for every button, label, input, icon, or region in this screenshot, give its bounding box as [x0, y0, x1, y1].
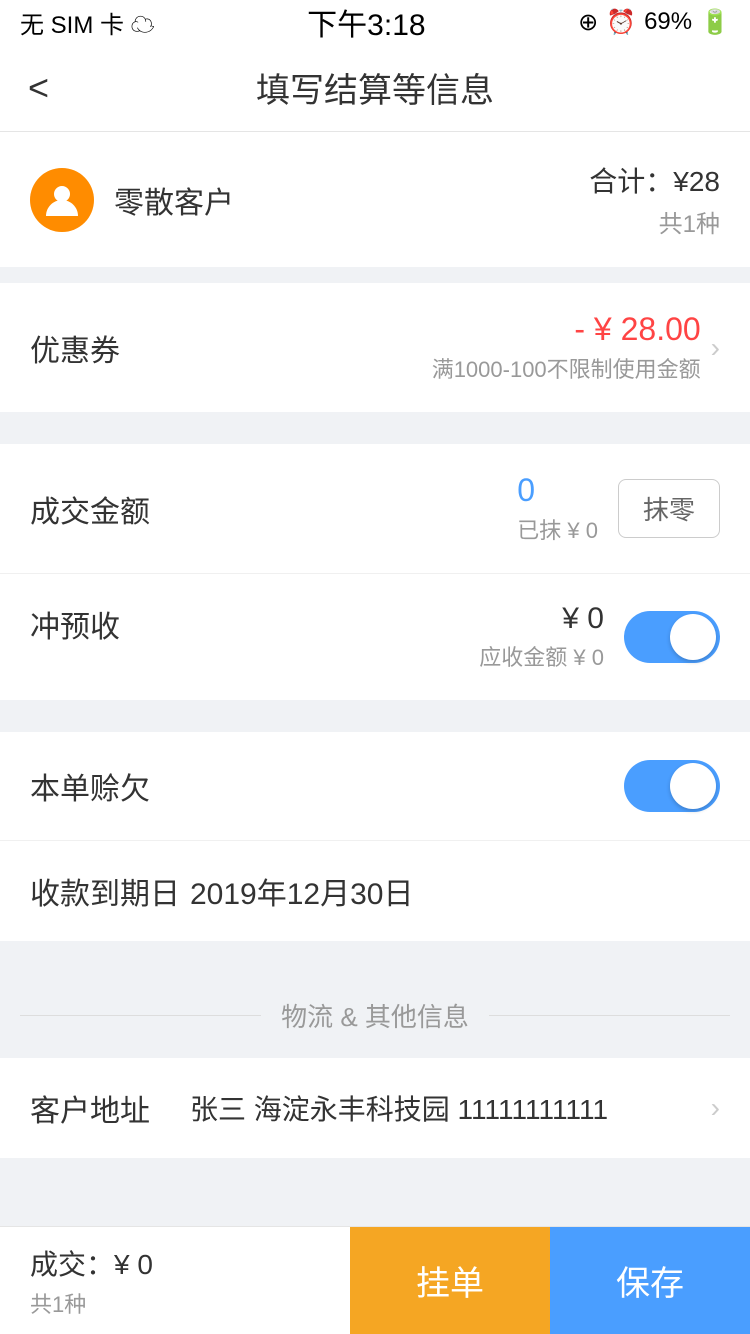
coupon-chevron-icon: › — [711, 332, 720, 364]
section-divider-3 — [0, 957, 750, 973]
deferred-toggle[interactable] — [624, 760, 720, 812]
separator-line-right — [489, 1015, 730, 1016]
nav-bar: < 填写结算等信息 — [0, 44, 750, 132]
deferred-row: 本单赊欠 — [0, 732, 750, 841]
address-value: 张三 海淀永丰科技园 11111111111 — [190, 1088, 701, 1128]
round-button[interactable]: 抹零 — [618, 479, 720, 538]
alarm-icon: ⏰ — [606, 8, 636, 37]
customer-total: 合计：¥28 — [589, 160, 720, 200]
transaction-section: 成交金额 0 已抹 ¥ 0 抹零 冲预收 ¥ 0 应收金额 ¥ 0 — [0, 444, 750, 700]
transaction-amount-row: 成交金额 0 已抹 ¥ 0 抹零 — [0, 444, 750, 574]
customer-avatar — [30, 168, 94, 232]
logistics-separator: 物流 & 其他信息 — [0, 973, 750, 1058]
coupon-info: - ¥ 28.00 满1000-100不限制使用金额 — [432, 311, 701, 384]
transaction-sub: 已抹 ¥ 0 — [517, 513, 598, 545]
address-chevron-icon: › — [711, 1092, 720, 1124]
pending-button[interactable]: 挂单 — [350, 1227, 550, 1334]
customer-summary: 合计：¥28 共1种 — [589, 160, 720, 239]
user-icon — [42, 180, 82, 220]
coupon-desc: 满1000-100不限制使用金额 — [432, 352, 701, 384]
bottom-trade-amount: 成交：¥ 0 — [30, 1243, 320, 1283]
save-button[interactable]: 保存 — [550, 1227, 750, 1334]
address-section: 客户地址 张三 海淀永丰科技园 11111111111 › — [0, 1058, 750, 1158]
prepayment-toggle[interactable] — [624, 611, 720, 663]
customer-left: 零散客户 — [30, 168, 234, 232]
status-right: ⊕ ⏰ 69% 🔋 — [578, 8, 730, 37]
content-area: 零散客户 合计：¥28 共1种 优惠券 - ¥ 28.00 满1000-100不… — [0, 132, 750, 1278]
prepayment-amount-block: ¥ 0 应收金额 ¥ 0 — [479, 602, 604, 672]
customer-section: 零散客户 合计：¥28 共1种 — [0, 132, 750, 267]
bottom-bar: 成交：¥ 0 共1种 挂单 保存 — [0, 1226, 750, 1334]
back-button[interactable]: < — [28, 67, 49, 109]
prepayment-right: ¥ 0 应收金额 ¥ 0 — [479, 602, 720, 672]
toggle-knob — [670, 614, 716, 660]
deferred-label: 本单赊欠 — [30, 764, 150, 808]
coupon-label: 优惠券 — [30, 326, 120, 370]
transaction-label: 成交金额 — [30, 487, 150, 531]
status-bar: 无 SIM 卡 ☁ 下午3:18 ⊕ ⏰ 69% 🔋 — [0, 0, 750, 44]
due-date-row: 收款到期日 2019年12月30日 — [0, 841, 750, 941]
bottom-trade-value: ¥ 0 — [114, 1249, 153, 1280]
coupon-row[interactable]: 优惠券 - ¥ 28.00 满1000-100不限制使用金额 › — [0, 283, 750, 412]
deferred-toggle-knob — [670, 763, 716, 809]
address-row[interactable]: 客户地址 张三 海淀永丰科技园 11111111111 › — [0, 1058, 750, 1158]
status-time: 下午3:18 — [307, 0, 425, 44]
address-label: 客户地址 — [30, 1086, 190, 1130]
transaction-amount-block: 0 已抹 ¥ 0 — [517, 472, 598, 545]
prepayment-row: 冲预收 ¥ 0 应收金额 ¥ 0 — [0, 574, 750, 700]
customer-count: 共1种 — [589, 204, 720, 239]
status-left: 无 SIM 卡 ☁ — [20, 5, 155, 40]
bottom-info: 成交：¥ 0 共1种 — [0, 1243, 350, 1319]
transaction-right: 0 已抹 ¥ 0 抹零 — [517, 472, 720, 545]
logistics-label: 物流 & 其他信息 — [281, 997, 469, 1034]
location-icon: ⊕ — [578, 8, 598, 37]
section-divider-2 — [0, 716, 750, 732]
prepayment-amount: ¥ 0 — [479, 602, 604, 636]
section-divider-1 — [0, 428, 750, 444]
due-date-label: 收款到期日 — [30, 869, 190, 913]
coupon-discount: - ¥ 28.00 — [432, 311, 701, 348]
coupon-right: - ¥ 28.00 满1000-100不限制使用金额 › — [432, 311, 720, 384]
battery-status: 69% — [644, 8, 692, 36]
deferred-section: 本单赊欠 收款到期日 2019年12月30日 — [0, 732, 750, 941]
bottom-count: 共1种 — [30, 1287, 320, 1319]
separator-line-left — [20, 1015, 261, 1016]
prepayment-receivable: 应收金额 ¥ 0 — [479, 640, 604, 672]
customer-name: 零散客户 — [114, 178, 234, 222]
page-title: 填写结算等信息 — [256, 63, 494, 112]
battery-icon: 🔋 — [700, 8, 730, 37]
bottom-trade-label: 成交： — [30, 1249, 114, 1280]
transaction-value: 0 — [517, 472, 598, 509]
prepayment-label: 冲预收 — [30, 602, 120, 646]
due-date-value: 2019年12月30日 — [190, 869, 413, 913]
sim-status: 无 SIM 卡 ☁ — [20, 5, 155, 40]
